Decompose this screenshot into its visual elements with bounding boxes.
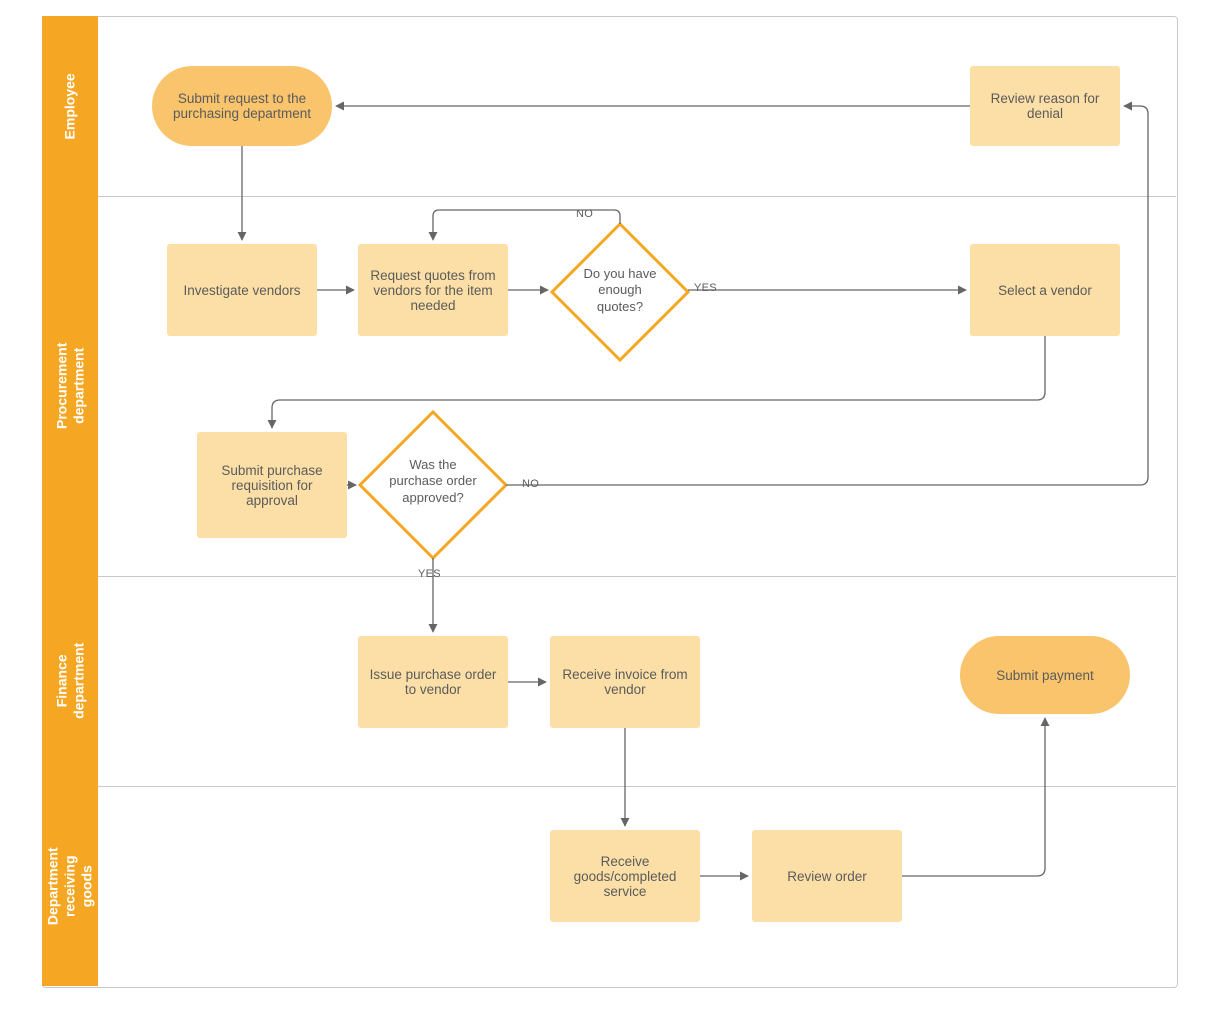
node-text: Receive invoice from vendor — [558, 667, 692, 697]
swimlane-diagram: Employee Procurement department Finance … — [0, 0, 1214, 1023]
node-receive-invoice: Receive invoice from vendor — [550, 636, 700, 728]
node-submit-payment: Submit payment — [960, 636, 1130, 714]
node-investigate-vendors: Investigate vendors — [167, 244, 317, 336]
lane-header-finance: Finance department — [42, 576, 98, 786]
lane-header-employee: Employee — [42, 16, 98, 196]
node-text: Was the purchase order approved? — [388, 457, 478, 506]
node-text: Do you have enough quotes? — [575, 266, 665, 315]
lane-header-procurement: Procurement department — [42, 196, 98, 576]
lane-label: Procurement department — [53, 343, 87, 429]
node-text: Submit purchase requisition for approval — [205, 463, 339, 508]
lane-label: Finance department — [53, 643, 87, 719]
lane-header-receiving: Department receiving goods — [42, 786, 98, 986]
lane-separator — [98, 786, 1176, 787]
lane-separator — [98, 196, 1176, 197]
node-receive-goods: Receive goods/completed service — [550, 830, 700, 922]
node-enough-quotes-decision: Do you have enough quotes? — [550, 222, 690, 362]
node-text: Select a vendor — [998, 283, 1092, 298]
label-no: NO — [576, 208, 593, 220]
lane-label: Department receiving goods — [45, 847, 95, 925]
node-text: Review order — [787, 869, 867, 884]
label-yes: YES — [418, 568, 441, 580]
label-no: NO — [522, 478, 539, 490]
node-select-vendor: Select a vendor — [970, 244, 1120, 336]
node-text: Investigate vendors — [183, 283, 300, 298]
node-text: Issue purchase order to vendor — [366, 667, 500, 697]
node-text: Review reason for denial — [978, 91, 1112, 121]
node-text: Submit request to the purchasing departm… — [160, 91, 324, 121]
node-issue-po: Issue purchase order to vendor — [358, 636, 508, 728]
node-text: Submit payment — [996, 668, 1094, 683]
lane-separator — [98, 576, 1176, 577]
node-submit-request: Submit request to the purchasing departm… — [152, 66, 332, 146]
node-request-quotes: Request quotes from vendors for the item… — [358, 244, 508, 336]
node-text: Request quotes from vendors for the item… — [366, 268, 500, 313]
node-po-approved-decision: Was the purchase order approved? — [358, 410, 508, 560]
node-text: Receive goods/completed service — [558, 854, 692, 899]
node-review-denial: Review reason for denial — [970, 66, 1120, 146]
node-review-order: Review order — [752, 830, 902, 922]
node-submit-pr: Submit purchase requisition for approval — [197, 432, 347, 538]
label-yes: YES — [694, 282, 717, 294]
lane-label: Employee — [62, 73, 79, 139]
